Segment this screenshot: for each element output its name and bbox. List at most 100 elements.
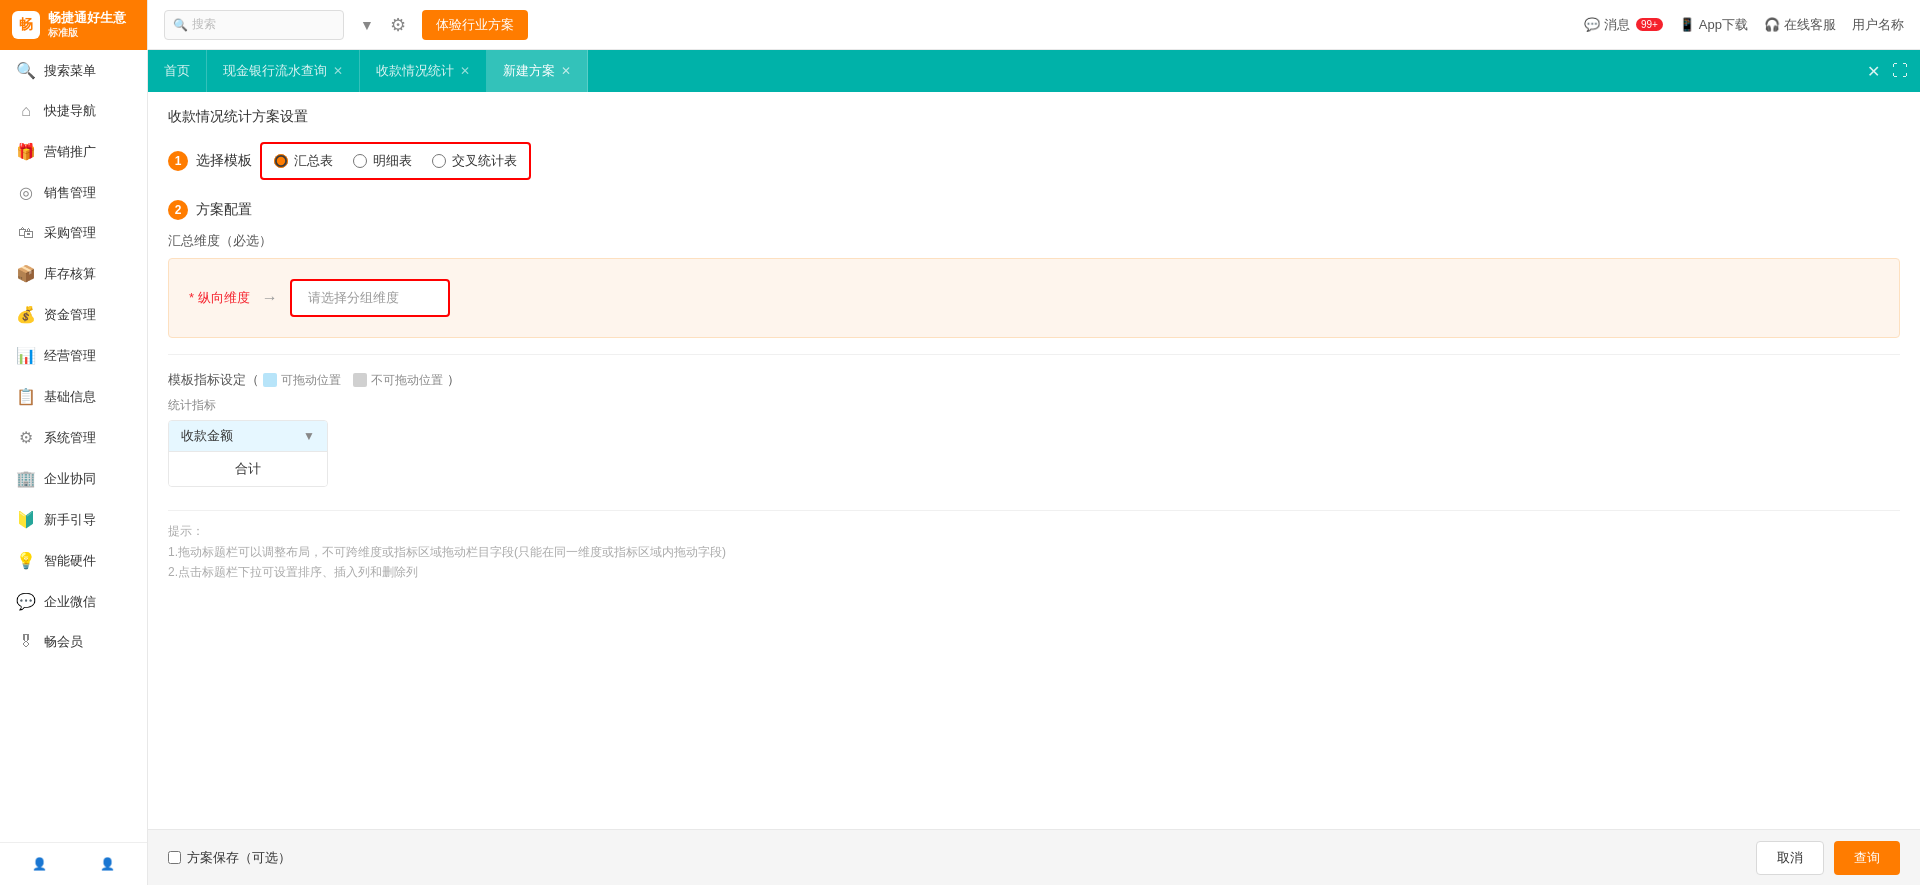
search-menu-icon: 🔍 [16, 61, 36, 80]
industry-btn[interactable]: 体验行业方案 [422, 10, 528, 40]
dimension-area: * 纵向维度 → 请选择分组维度 [168, 258, 1900, 338]
marketing-icon: 🎁 [16, 142, 36, 161]
inventory-icon: 📦 [16, 264, 36, 283]
dimension-subsection: 汇总维度（必选） * 纵向维度 → 请选择分组维度 [168, 232, 1900, 338]
user-name[interactable]: 用户名称 [1852, 16, 1904, 34]
step1-title: 选择模板 [196, 152, 252, 170]
sidebar-item-purchase[interactable]: 🛍 采购管理 [0, 213, 147, 253]
draggable-legend-label: 可拖动位置 [281, 372, 341, 389]
radio-detail[interactable]: 明细表 [353, 152, 412, 170]
cancel-button[interactable]: 取消 [1756, 841, 1824, 875]
message-btn[interactable]: 💬 消息 99+ [1584, 16, 1663, 34]
user-avatar-2[interactable]: 👤 [76, 851, 140, 877]
step1-header: 1 选择模板 汇总表 明细表 交叉统计表 [168, 142, 1900, 180]
sidebar-logo: 畅 畅捷通好生意 标准版 [0, 0, 147, 50]
tab-maximize-icon[interactable]: ⛶ [1892, 62, 1908, 80]
step2-title: 方案配置 [196, 201, 252, 219]
metrics-dropdown-icon[interactable]: ▼ [303, 429, 315, 443]
sidebar-item-sales[interactable]: ◎ 销售管理 [0, 172, 147, 213]
metrics-containers-row: 统计指标 收款金额 ▼ 合计 [168, 397, 1900, 490]
sidebar-item-member[interactable]: 🎖 畅会员 [0, 622, 147, 662]
metrics-group-label: 统计指标 [168, 397, 328, 414]
dimension-arrow-icon: → [262, 289, 278, 307]
tabbar: 首页 现金银行流水查询 ✕ 收款情况统计 ✕ 新建方案 ✕ ✕ ⛶ [148, 50, 1920, 92]
query-button[interactable]: 查询 [1834, 841, 1900, 875]
metrics-legend-row: 模板指标设定（ 可拖动位置 不可拖动位置 ） [168, 371, 1900, 389]
template-options: 汇总表 明细表 交叉统计表 [260, 142, 531, 180]
sidebar: 畅 畅捷通好生意 标准版 🔍 搜索菜单 ⌂ 快捷导航 🎁 营销推广 ◎ 销售管理… [0, 0, 148, 885]
tab-close-receipt-stat[interactable]: ✕ [460, 64, 470, 78]
member-icon: 🎖 [16, 633, 36, 651]
app-download-btn[interactable]: 📱 App下载 [1679, 16, 1748, 34]
sidebar-item-enterprise[interactable]: 🏢 企业协同 [0, 458, 147, 499]
hint-item-2: 2.点击标题栏下拉可设置排序、插入列和删除列 [168, 564, 1900, 581]
search-icon: 🔍 [173, 18, 188, 32]
purchase-icon: 🛍 [16, 224, 36, 242]
metrics-setting-close-paren: ） [447, 371, 460, 389]
step2-number: 2 [168, 200, 188, 220]
dimension-row: * 纵向维度 → 请选择分组维度 [189, 279, 450, 317]
sidebar-item-operation[interactable]: 📊 经营管理 [0, 335, 147, 376]
tab-home[interactable]: 首页 [148, 50, 207, 92]
topbar: 🔍 搜索 ▼ ⚙ 体验行业方案 💬 消息 99+ 📱 App下载 🎧 在线客服 … [148, 0, 1920, 50]
metrics-section: 模板指标设定（ 可拖动位置 不可拖动位置 ） 统计指标 收款金额 [168, 371, 1900, 490]
service-icon: 🎧 [1764, 17, 1780, 32]
dimension-select[interactable]: 请选择分组维度 [290, 279, 450, 317]
operation-icon: 📊 [16, 346, 36, 365]
save-checkbox[interactable]: 方案保存（可选） [168, 849, 291, 867]
system-icon: ⚙ [16, 428, 36, 447]
metrics-table: 收款金额 ▼ 合计 [168, 420, 328, 487]
finance-icon: 💰 [16, 305, 36, 324]
sidebar-item-search-menu[interactable]: 🔍 搜索菜单 [0, 50, 147, 91]
search-box[interactable]: 🔍 搜索 [164, 10, 344, 40]
dimension-label: 汇总维度（必选） [168, 232, 1900, 250]
hint-title: 提示： [168, 523, 1900, 540]
main-area: 🔍 搜索 ▼ ⚙ 体验行业方案 💬 消息 99+ 📱 App下载 🎧 在线客服 … [148, 0, 1920, 885]
app-icon: 📱 [1679, 17, 1695, 32]
enterprise-icon: 🏢 [16, 469, 36, 488]
sidebar-item-guide[interactable]: 🔰 新手引导 [0, 499, 147, 540]
metrics-header[interactable]: 收款金额 ▼ [169, 421, 327, 451]
gear-icon[interactable]: ⚙ [390, 14, 406, 36]
content-area: 收款情况统计方案设置 1 选择模板 汇总表 明细表 [148, 92, 1920, 829]
sales-icon: ◎ [16, 183, 36, 202]
sidebar-item-marketing[interactable]: 🎁 营销推广 [0, 131, 147, 172]
online-service-btn[interactable]: 🎧 在线客服 [1764, 16, 1836, 34]
radio-summary[interactable]: 汇总表 [274, 152, 333, 170]
dropdown-icon[interactable]: ▼ [360, 17, 374, 33]
tab-bank-flow[interactable]: 现金银行流水查询 ✕ [207, 50, 360, 92]
sidebar-item-smart-hw[interactable]: 💡 智能硬件 [0, 540, 147, 581]
radio-cross[interactable]: 交叉统计表 [432, 152, 517, 170]
metrics-group: 统计指标 收款金额 ▼ 合计 [168, 397, 328, 490]
tab-close-new-plan[interactable]: ✕ [561, 64, 571, 78]
weixin-icon: 💬 [16, 592, 36, 611]
metrics-row-total: 合计 [169, 451, 327, 486]
sidebar-item-system[interactable]: ⚙ 系统管理 [0, 417, 147, 458]
sidebar-item-inventory[interactable]: 📦 库存核算 [0, 253, 147, 294]
tab-close-all-icon[interactable]: ✕ [1867, 62, 1880, 81]
footer: 方案保存（可选） 取消 查询 [148, 829, 1920, 885]
step1-number: 1 [168, 151, 188, 171]
fixed-legend-label: 不可拖动位置 [371, 372, 443, 389]
tab-receipt-stat[interactable]: 收款情况统计 ✕ [360, 50, 487, 92]
user-avatar-1[interactable]: 👤 [8, 851, 72, 877]
tab-close-bank-flow[interactable]: ✕ [333, 64, 343, 78]
topbar-actions: 💬 消息 99+ 📱 App下载 🎧 在线客服 用户名称 [1584, 16, 1904, 34]
step2-section: 2 方案配置 汇总维度（必选） * 纵向维度 → 请选择分组维度 [168, 200, 1900, 581]
hint-item-1: 1.拖动标题栏可以调整布局，不可跨维度或指标区域拖动栏目字段(只能在同一维度或指… [168, 544, 1900, 561]
sidebar-item-quick-nav[interactable]: ⌂ 快捷导航 [0, 91, 147, 131]
sidebar-item-weixin[interactable]: 💬 企业微信 [0, 581, 147, 622]
smart-hw-icon: 💡 [16, 551, 36, 570]
tab-new-plan[interactable]: 新建方案 ✕ [487, 50, 588, 92]
home-icon: ⌂ [16, 102, 36, 120]
sidebar-item-basic-info[interactable]: 📋 基础信息 [0, 376, 147, 417]
draggable-legend-color [263, 373, 277, 387]
dimension-row-label: * 纵向维度 [189, 289, 250, 307]
sidebar-item-finance[interactable]: 💰 资金管理 [0, 294, 147, 335]
step1-section: 1 选择模板 汇总表 明细表 交叉统计表 [168, 142, 1900, 180]
save-checkbox-input[interactable] [168, 851, 181, 864]
logo-text: 畅捷通好生意 标准版 [48, 10, 126, 40]
fixed-legend-color [353, 373, 367, 387]
message-icon: 💬 [1584, 17, 1600, 32]
logo-icon: 畅 [12, 11, 40, 39]
